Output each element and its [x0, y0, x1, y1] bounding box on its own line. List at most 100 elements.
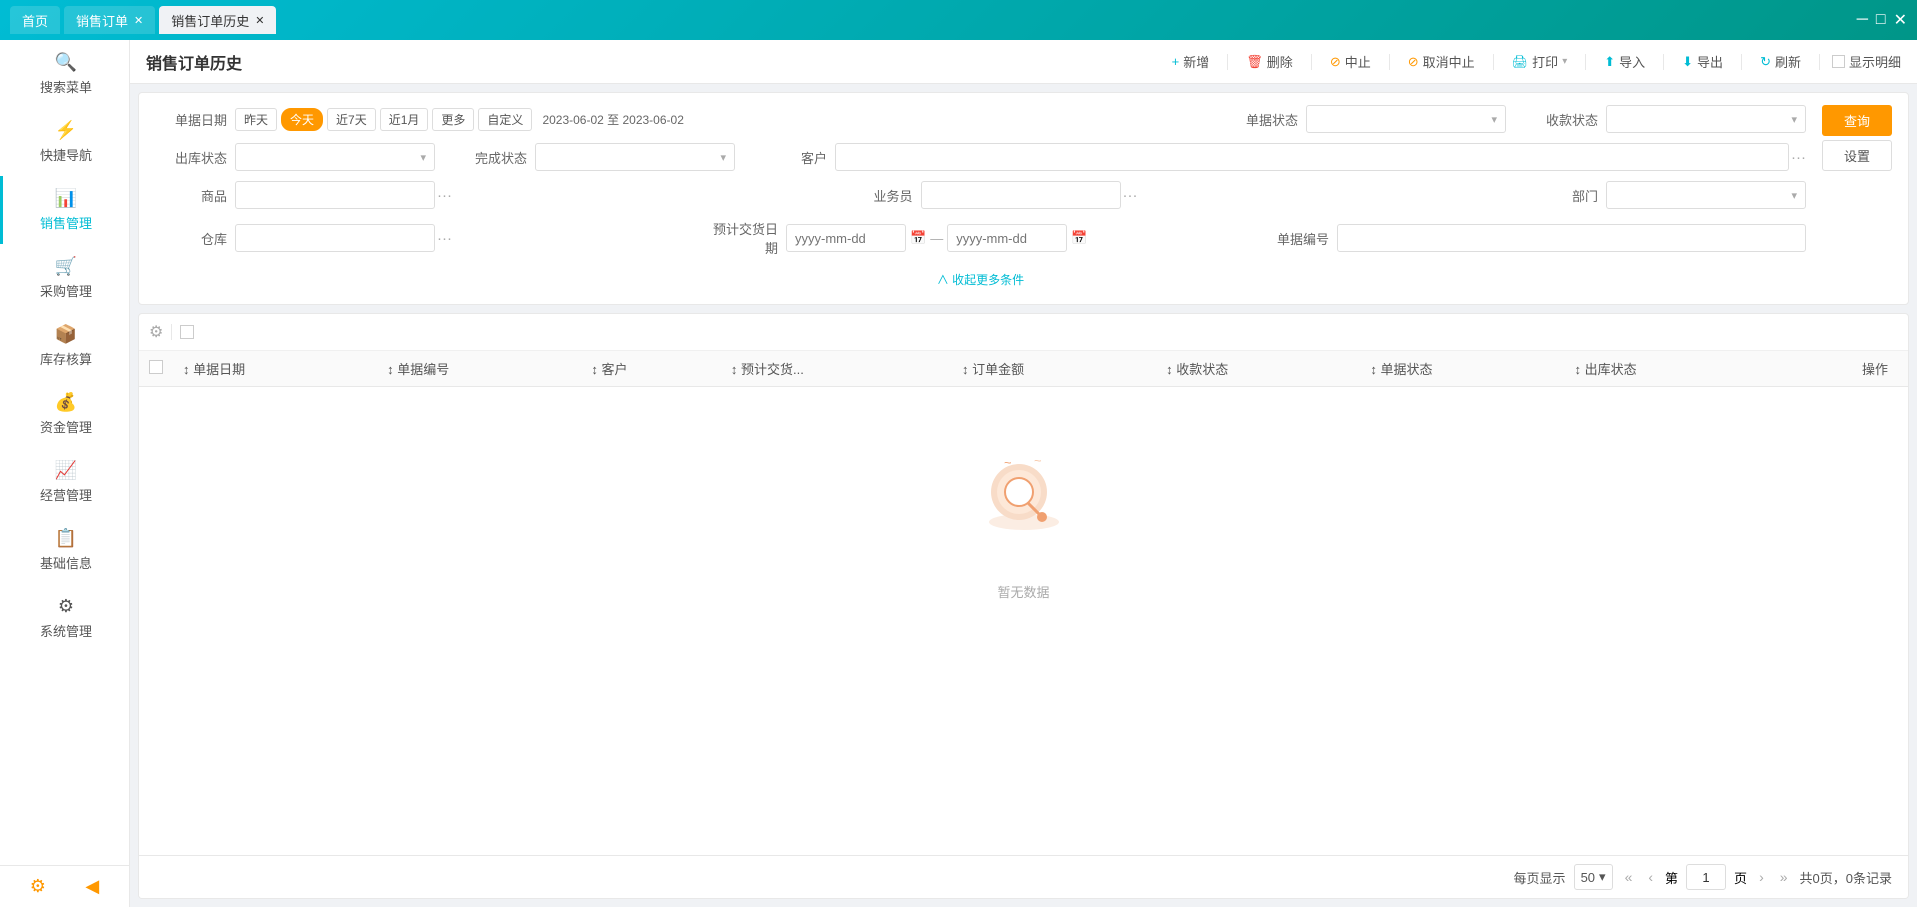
goods-control: ··· — [235, 181, 821, 209]
tab-sales-order-label: 销售订单 — [76, 11, 128, 30]
date-custom[interactable]: 自定义 — [478, 108, 532, 131]
sidebar-item-sales[interactable]: 📊 销售管理 — [0, 176, 129, 244]
sidebar-item-finance[interactable]: 💰 资金管理 — [0, 380, 129, 448]
import-button[interactable]: ⬆ 导入 — [1598, 48, 1651, 75]
total-text: 共0页，0条记录 — [1800, 868, 1892, 887]
minimize-button[interactable]: ─ — [1857, 11, 1868, 29]
warehouse-more[interactable]: ··· — [437, 230, 452, 247]
filter-settings-button[interactable]: 设置 — [1822, 140, 1892, 171]
filter-row-4: 仓库 ··· 预计交货日期 📅 — 📅 单 — [155, 219, 1806, 257]
print-arrow: ▾ — [1562, 56, 1567, 67]
prev-page-button[interactable]: ‹ — [1644, 867, 1657, 887]
next-page-button[interactable]: › — [1755, 867, 1768, 887]
export-icon: ⬇ — [1682, 54, 1693, 70]
salesman-control: ··· — [921, 181, 1507, 209]
cancel-stop-label: 取消中止 — [1423, 52, 1475, 71]
page-input[interactable] — [1686, 864, 1726, 890]
goods-more[interactable]: ··· — [437, 187, 452, 204]
print-button[interactable]: 🖨 打印 ▾ — [1506, 48, 1574, 75]
maximize-button[interactable]: □ — [1876, 11, 1886, 29]
delivery-start-input[interactable] — [786, 224, 906, 252]
table-container: ↕ 单据日期 ↕ 单据编号 ↕ 客户 ↕ 预计交货... — [139, 351, 1908, 855]
collapse-bar[interactable]: ∧ 收起更多条件 — [155, 267, 1806, 292]
delivery-end-calendar-icon[interactable]: 📅 — [1071, 230, 1087, 246]
th-action: 操作 — [1769, 351, 1908, 387]
outbound-select[interactable]: ▾ — [235, 143, 435, 171]
empty-state: ~ ~ 暂无数据 — [139, 387, 1908, 661]
close-button[interactable]: ✕ — [1894, 10, 1907, 30]
sidebar-item-quicknav-label: 快捷导航 — [40, 145, 92, 164]
warehouse-input[interactable] — [235, 224, 435, 252]
inventory-icon: 📦 — [55, 324, 77, 345]
search-icon: 🔍 — [55, 52, 77, 73]
page-size-select[interactable]: 50 ▾ — [1574, 864, 1613, 890]
last-page-button[interactable]: » — [1776, 867, 1792, 887]
complete-select[interactable]: ▾ — [535, 143, 735, 171]
filter-row-3: 商品 ··· 业务员 ··· 部门 ▾ — [155, 181, 1806, 209]
goods-input[interactable] — [235, 181, 435, 209]
tab-sales-order[interactable]: 销售订单 ✕ — [64, 6, 155, 34]
display-toggle-checkbox[interactable] — [1832, 55, 1845, 68]
sidebar-item-basics[interactable]: 📋 基础信息 — [0, 516, 129, 584]
cancel-stop-button[interactable]: ⊘ 取消中止 — [1402, 48, 1481, 75]
th-date: ↕ 单据日期 — [173, 351, 377, 387]
content-area: 销售订单历史 + 新增 🗑 删除 ⊘ 中止 ⊘ — [130, 40, 1917, 907]
sidebar-item-system[interactable]: ⚙ 系统管理 — [0, 584, 129, 652]
date-yesterday[interactable]: 昨天 — [235, 108, 277, 131]
delivery-start-calendar-icon[interactable]: 📅 — [910, 230, 926, 246]
th-date-label: ↕ — [183, 362, 193, 377]
page-size-value: 50 — [1581, 870, 1595, 885]
sidebar-item-inventory[interactable]: 📦 库存核算 — [0, 312, 129, 380]
salesman-input[interactable] — [921, 181, 1121, 209]
date-today[interactable]: 今天 — [281, 108, 323, 131]
customer-more[interactable]: ··· — [1791, 149, 1806, 166]
first-page-button[interactable]: « — [1621, 867, 1637, 887]
select-all-checkbox[interactable] — [180, 325, 194, 339]
dept-select[interactable]: ▾ — [1606, 181, 1806, 209]
sidebar-toggle-icon[interactable]: ◀ — [85, 876, 99, 897]
table-settings-icon[interactable]: ⚙ — [149, 322, 163, 342]
export-button[interactable]: ⬇ 导出 — [1676, 48, 1729, 75]
payment-select[interactable]: ▾ — [1606, 105, 1806, 133]
sidebar-item-purchase[interactable]: 🛒 采购管理 — [0, 244, 129, 312]
new-button[interactable]: + 新增 — [1166, 48, 1216, 75]
sidebar-item-operations[interactable]: 📈 经营管理 — [0, 448, 129, 516]
salesman-label: 业务员 — [841, 186, 921, 205]
delete-icon: 🗑 — [1246, 54, 1263, 70]
dept-label: 部门 — [1526, 186, 1606, 205]
query-button[interactable]: 查询 — [1822, 105, 1892, 136]
table-select-all — [180, 325, 194, 339]
docnumber-input[interactable] — [1337, 224, 1806, 252]
display-toggle[interactable]: 显示明细 — [1832, 52, 1901, 71]
delivery-end-input[interactable] — [947, 224, 1067, 252]
tab-sales-order-history-close[interactable]: ✕ — [255, 14, 264, 27]
status-select[interactable]: ▾ — [1306, 105, 1506, 133]
empty-svg: ~ ~ — [974, 447, 1074, 547]
th-select-checkbox[interactable] — [149, 360, 163, 374]
sidebar-settings-icon[interactable]: ⚙ — [30, 876, 46, 897]
tab-sales-order-history[interactable]: 销售订单历史 ✕ — [159, 6, 276, 34]
status-select-arrow: ▾ — [1491, 113, 1497, 126]
customer-input[interactable] — [835, 143, 1789, 171]
sidebar-item-quicknav[interactable]: ⚡ 快捷导航 — [0, 108, 129, 176]
tab-home[interactable]: 首页 — [10, 6, 60, 34]
divider-3 — [1389, 54, 1390, 70]
th-payment-status: ↕ 收款状态 — [1156, 351, 1360, 387]
refresh-button[interactable]: ↻ 刷新 — [1754, 48, 1807, 75]
outbound-select-arrow: ▾ — [420, 151, 426, 164]
date-1month[interactable]: 近1月 — [380, 108, 429, 131]
salesman-more[interactable]: ··· — [1123, 187, 1138, 204]
date-more[interactable]: 更多 — [432, 108, 474, 131]
date-label: 单据日期 — [155, 110, 235, 129]
new-label: 新增 — [1183, 52, 1209, 71]
main-layout: 🔍 搜索菜单 ⚡ 快捷导航 📊 销售管理 🛒 采购管理 📦 库存核算 💰 资金管… — [0, 40, 1917, 907]
date-7days[interactable]: 近7天 — [327, 108, 376, 131]
window-controls: ─ □ ✕ — [1857, 10, 1907, 30]
sidebar-item-search[interactable]: 🔍 搜索菜单 — [0, 40, 129, 108]
stop-button[interactable]: ⊘ 中止 — [1324, 48, 1377, 75]
tab-sales-order-close[interactable]: ✕ — [134, 14, 143, 27]
divider-8 — [1819, 54, 1820, 70]
sales-icon: 📊 — [55, 188, 77, 209]
sidebar-item-purchase-label: 采购管理 — [40, 281, 92, 300]
delete-button[interactable]: 🗑 删除 — [1240, 48, 1299, 75]
